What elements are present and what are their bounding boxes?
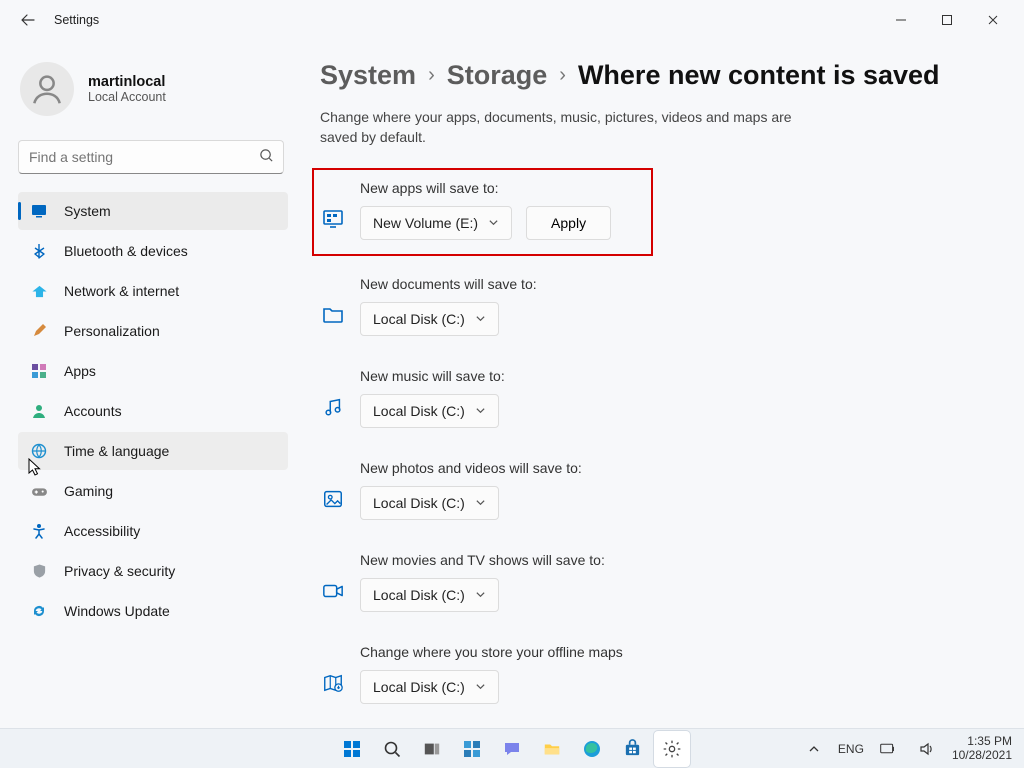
crumb-storage[interactable]: Storage xyxy=(447,60,548,91)
back-button[interactable] xyxy=(12,4,44,36)
edge-button[interactable] xyxy=(574,731,610,767)
bluetooth-icon xyxy=(30,243,48,259)
drive-dropdown[interactable]: Local Disk (C:) xyxy=(360,670,499,704)
setting-new-apps: New apps will save to: New Volume (E:) A… xyxy=(312,168,653,256)
window-title: Settings xyxy=(54,13,99,27)
shield-icon xyxy=(30,563,48,579)
chevron-down-icon xyxy=(475,681,486,692)
setting-label: New music will save to: xyxy=(360,368,984,384)
avatar xyxy=(20,62,74,116)
account-header[interactable]: martinlocal Local Account xyxy=(18,52,288,136)
setting-label: New photos and videos will save to: xyxy=(360,460,984,476)
person-icon xyxy=(28,70,66,108)
image-icon xyxy=(320,486,346,512)
start-button[interactable] xyxy=(334,731,370,767)
display-icon xyxy=(30,202,48,220)
page-description: Change where your apps, documents, music… xyxy=(320,107,800,148)
crumb-system[interactable]: System xyxy=(320,60,416,91)
setting-new-movies: New movies and TV shows will save to: Lo… xyxy=(320,542,984,634)
task-view-button[interactable] xyxy=(414,731,450,767)
minimize-button[interactable] xyxy=(878,4,924,36)
apply-button[interactable]: Apply xyxy=(526,206,611,240)
nav-privacy[interactable]: Privacy & security xyxy=(18,552,288,590)
apps-monitor-icon xyxy=(320,206,346,232)
settings-button[interactable] xyxy=(654,731,690,767)
nav-windows-update[interactable]: Windows Update xyxy=(18,592,288,630)
window-controls xyxy=(878,4,1016,36)
store-button[interactable] xyxy=(614,731,650,767)
nav-bluetooth[interactable]: Bluetooth & devices xyxy=(18,232,288,270)
setting-label: Change where you store your offline maps xyxy=(360,644,984,660)
search-button[interactable] xyxy=(374,731,410,767)
setting-label: New documents will save to: xyxy=(360,276,984,292)
taskbar-center xyxy=(334,731,690,767)
chevron-down-icon xyxy=(475,497,486,508)
clock[interactable]: 1:35 PM 10/28/2021 xyxy=(946,735,1016,763)
account-name: martinlocal xyxy=(88,74,166,90)
setting-offline-maps: Change where you store your offline maps… xyxy=(320,634,984,726)
person-icon xyxy=(30,403,48,419)
folder-icon xyxy=(320,302,346,328)
drive-dropdown[interactable]: Local Disk (C:) xyxy=(360,302,499,336)
access-icon xyxy=(30,523,48,539)
chevron-down-icon xyxy=(475,313,486,324)
drive-dropdown[interactable]: Local Disk (C:) xyxy=(360,486,499,520)
setting-label: New apps will save to: xyxy=(360,180,611,196)
chevron-down-icon xyxy=(475,405,486,416)
wifi-icon xyxy=(30,283,48,300)
nav-network[interactable]: Network & internet xyxy=(18,272,288,310)
taskbar-right: ENG 1:35 PM 10/28/2021 xyxy=(796,731,1024,767)
music-icon xyxy=(320,394,346,420)
search-box[interactable] xyxy=(18,140,284,174)
language-indicator[interactable]: ENG xyxy=(834,742,868,756)
network-tray-icon[interactable] xyxy=(870,731,906,767)
setting-new-music: New music will save to: Local Disk (C:) xyxy=(320,358,984,450)
nav-list: System Bluetooth & devices Network & int… xyxy=(18,192,288,630)
game-icon xyxy=(30,483,48,500)
nav-system[interactable]: System xyxy=(18,192,288,230)
nav-personalization[interactable]: Personalization xyxy=(18,312,288,350)
chevron-right-icon: › xyxy=(559,64,566,87)
drive-dropdown[interactable]: New Volume (E:) xyxy=(360,206,512,240)
tray-date: 10/28/2021 xyxy=(952,749,1012,763)
widgets-button[interactable] xyxy=(454,731,490,767)
nav-accessibility[interactable]: Accessibility xyxy=(18,512,288,550)
nav-apps[interactable]: Apps xyxy=(18,352,288,390)
sidebar: martinlocal Local Account System Bluetoo… xyxy=(0,40,300,728)
update-icon xyxy=(30,603,48,619)
file-explorer-button[interactable] xyxy=(534,731,570,767)
maximize-button[interactable] xyxy=(924,4,970,36)
setting-label: New movies and TV shows will save to: xyxy=(360,552,984,568)
setting-new-documents: New documents will save to: Local Disk (… xyxy=(320,266,984,358)
tray-overflow-button[interactable] xyxy=(796,731,832,767)
apps-icon xyxy=(30,363,48,379)
main-content: System › Storage › Where new content is … xyxy=(300,40,1024,728)
globe-icon xyxy=(30,443,48,459)
chevron-down-icon xyxy=(475,589,486,600)
search-icon xyxy=(259,148,274,166)
search-input[interactable] xyxy=(18,140,284,174)
breadcrumb: System › Storage › Where new content is … xyxy=(320,60,984,91)
back-arrow-icon xyxy=(20,12,36,28)
tray-time: 1:35 PM xyxy=(952,735,1012,749)
drive-dropdown[interactable]: Local Disk (C:) xyxy=(360,578,499,612)
account-type: Local Account xyxy=(88,90,166,104)
chevron-down-icon xyxy=(488,217,499,228)
chat-button[interactable] xyxy=(494,731,530,767)
volume-tray-icon[interactable] xyxy=(908,731,944,767)
titlebar: Settings xyxy=(0,0,1024,40)
setting-new-photos: New photos and videos will save to: Loca… xyxy=(320,450,984,542)
close-button[interactable] xyxy=(970,4,1016,36)
page-title: Where new content is saved xyxy=(578,60,940,91)
nav-gaming[interactable]: Gaming xyxy=(18,472,288,510)
drive-dropdown[interactable]: Local Disk (C:) xyxy=(360,394,499,428)
map-icon xyxy=(320,670,346,696)
chevron-right-icon: › xyxy=(428,64,435,87)
nav-time-language[interactable]: Time & language xyxy=(18,432,288,470)
video-icon xyxy=(320,578,346,604)
nav-accounts[interactable]: Accounts xyxy=(18,392,288,430)
brush-icon xyxy=(30,323,48,339)
taskbar: ENG 1:35 PM 10/28/2021 xyxy=(0,728,1024,768)
